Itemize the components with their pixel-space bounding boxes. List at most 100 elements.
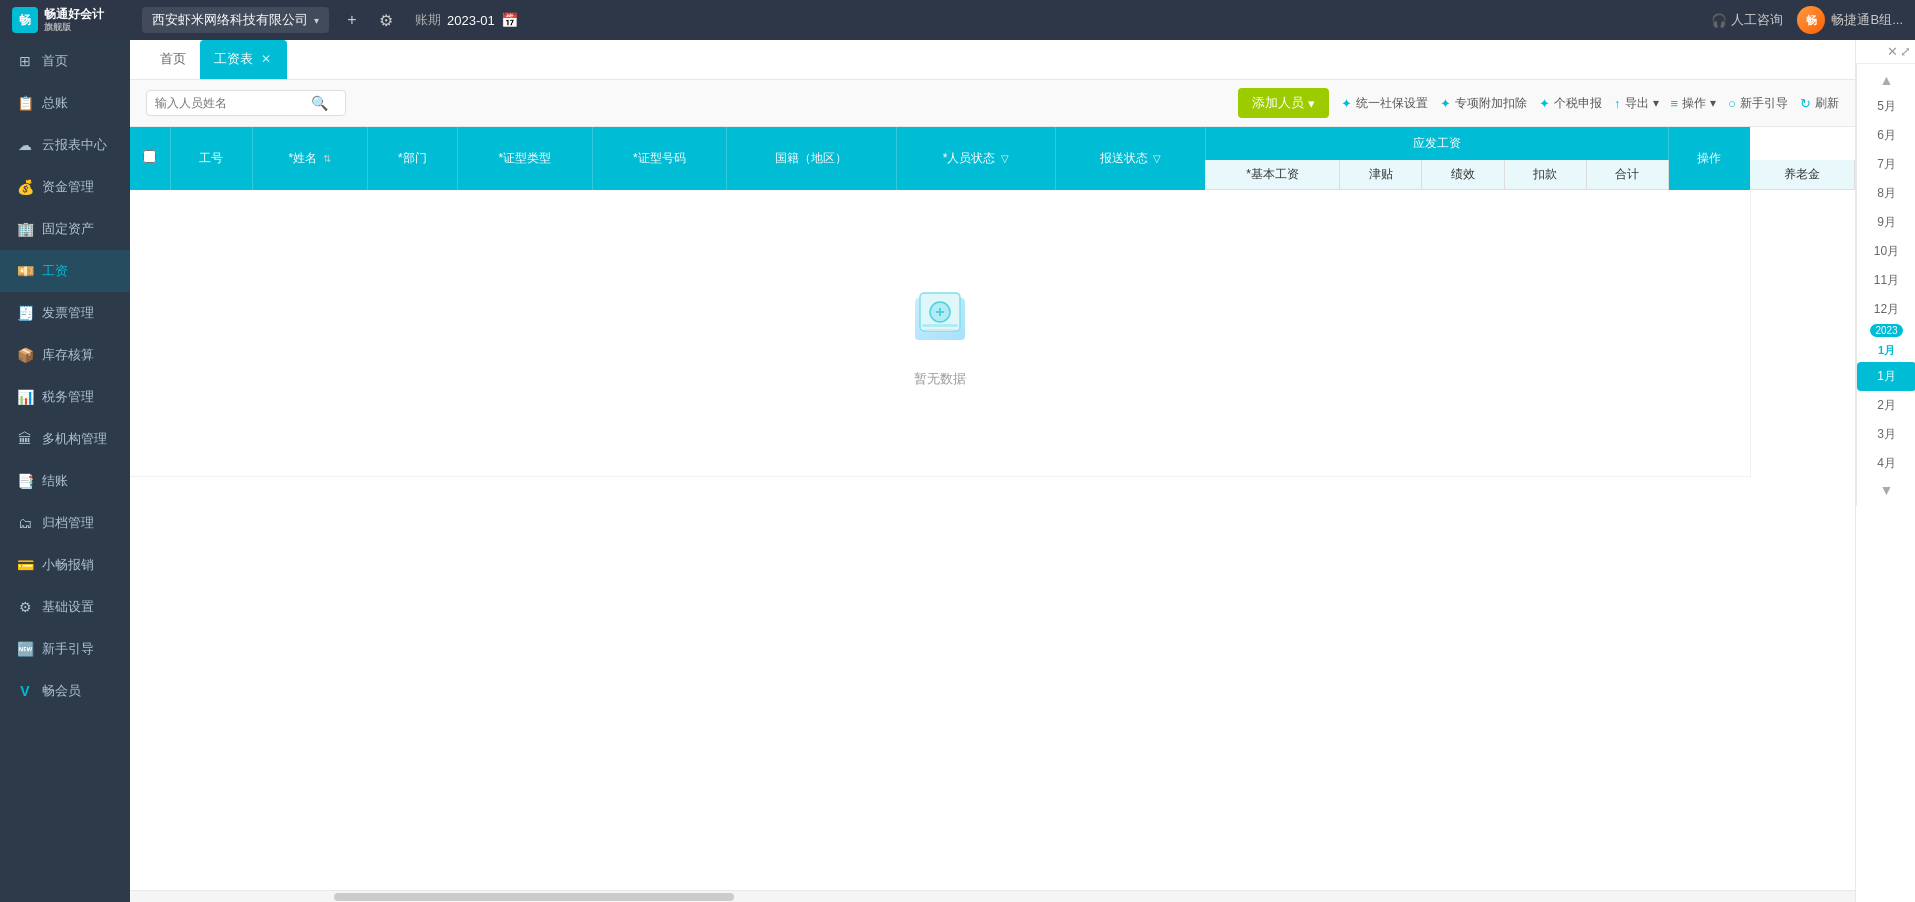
toolbar-right: 添加人员 ▾ ✦ 统一社保设置 ✦ 专项附加扣除 ✦ 个税申报 ↑ 导出 [1238,88,1839,118]
month-item-4[interactable]: 4月 [1857,449,1915,478]
logo-area: 畅 畅通好会计 旗舰版 [12,7,142,33]
add-person-button[interactable]: 添加人员 ▾ [1238,88,1329,118]
social-security-action[interactable]: ✦ 统一社保设置 [1341,95,1428,112]
settings-sidebar-icon: ⚙ [16,599,34,615]
sidebar-item-invoice[interactable]: 🧾 发票管理 [0,292,130,334]
ledger-icon: 📋 [16,95,34,111]
th-operation: 操作 [1668,127,1750,190]
th-deduction: 扣款 [1504,160,1586,190]
salary-table: 工号 *姓名 ⇅ *部门 *证型类型 *证型号码 国籍（地区） *人员状态 ▽ [130,127,1855,477]
social-security-icon: ✦ [1341,96,1352,111]
tab-home-label: 首页 [160,50,186,68]
search-icon: 🔍 [311,95,328,111]
report-status-filter-icon[interactable]: ▽ [1153,153,1161,164]
month-item-6[interactable]: 6月 [1857,121,1915,150]
sidebar-item-ledger[interactable]: 📋 总账 [0,82,130,124]
month-item-3[interactable]: 3月 [1857,420,1915,449]
month-item-11[interactable]: 11月 [1857,266,1915,295]
sidebar-label-ledger: 总账 [42,94,68,112]
export-label: 导出 [1625,95,1649,112]
svg-rect-6 [926,329,954,331]
operations-dropdown-icon: ▾ [1710,96,1716,110]
user-button[interactable]: 畅 畅捷通B组... [1797,6,1903,34]
special-deduction-action[interactable]: ✦ 专项附加扣除 [1440,95,1527,112]
sidebar-item-expense[interactable]: 💳 小畅报销 [0,544,130,586]
cloud-icon: ☁ [16,137,34,153]
sidebar-label-home: 首页 [42,52,68,70]
sidebar-item-home[interactable]: ⊞ 首页 [0,40,130,82]
sidebar-item-guide[interactable]: 🆕 新手引导 [0,628,130,670]
panel-close-icon[interactable]: ✕ [1887,44,1898,59]
month-item-12[interactable]: 12月 [1857,295,1915,324]
month-item-1[interactable]: 1月 [1857,362,1915,391]
sidebar-label-archive: 归档管理 [42,514,94,532]
add-button[interactable]: + [339,7,365,33]
scroll-bar-area [130,890,1855,902]
sidebar-item-archive[interactable]: 🗂 归档管理 [0,502,130,544]
sidebar-item-salary[interactable]: 💴 工资 [0,250,130,292]
tab-home[interactable]: 首页 [146,40,200,79]
sidebar-item-settings[interactable]: ⚙ 基础设置 [0,586,130,628]
sidebar-item-tax[interactable]: 📊 税务管理 [0,376,130,418]
year-down-button[interactable]: ▼ [1857,478,1915,502]
new-guide-action[interactable]: ○ 新手引导 [1728,95,1788,112]
avatar: 畅 [1797,6,1825,34]
special-deduction-icon: ✦ [1440,96,1451,111]
service-label: 人工咨询 [1731,11,1783,29]
th-checkbox[interactable] [130,127,170,190]
main-layout: ⊞ 首页 📋 总账 ☁ 云报表中心 💰 资金管理 🏢 固定资产 💴 工资 🧾 发… [0,40,1915,902]
month-item-9[interactable]: 9月 [1857,208,1915,237]
sidebar-item-member[interactable]: V 畅会员 [0,670,130,712]
export-action[interactable]: ↑ 导出 ▾ [1614,95,1659,112]
month-item-8[interactable]: 8月 [1857,179,1915,208]
empty-cell: 暂无数据 [130,190,1750,477]
panel-expand-icon[interactable]: ⤢ [1900,44,1911,59]
sidebar-item-fund[interactable]: 💰 资金管理 [0,166,130,208]
sidebar-item-inventory[interactable]: 📦 库存核算 [0,334,130,376]
month-item-7[interactable]: 7月 [1857,150,1915,179]
select-all-checkbox[interactable] [143,150,156,163]
status-filter-icon[interactable]: ▽ [1001,153,1009,164]
th-status[interactable]: *人员状态 ▽ [896,127,1055,190]
tax-icon: 📊 [16,389,34,405]
th-id-type: *证型类型 [458,127,592,190]
th-report-status[interactable]: 报送状态 ▽ [1055,127,1205,190]
month-item-10[interactable]: 10月 [1857,237,1915,266]
tab-salary-table[interactable]: 工资表 ✕ [200,40,287,79]
new-guide-label: 新手引导 [1740,95,1788,112]
logo-sub: 旗舰版 [44,22,104,33]
month-item-5[interactable]: 5月 [1857,92,1915,121]
add-person-dropdown-icon: ▾ [1308,96,1315,111]
name-sort-icon[interactable]: ⇅ [323,153,331,164]
tax-report-action[interactable]: ✦ 个税申报 [1539,95,1602,112]
sidebar-item-close[interactable]: 📑 结账 [0,460,130,502]
th-name[interactable]: *姓名 ⇅ [252,127,367,190]
operations-action[interactable]: ≡ 操作 ▾ [1671,95,1717,112]
tax-report-icon: ✦ [1539,96,1550,111]
sidebar-label-close: 结账 [42,472,68,490]
scroll-thumb[interactable] [334,893,734,901]
sidebar-item-cloud-report[interactable]: ☁ 云报表中心 [0,124,130,166]
company-dropdown-icon: ▾ [314,15,319,26]
inventory-icon: 📦 [16,347,34,363]
year-up-button[interactable]: ▲ [1857,68,1915,92]
invoice-icon: 🧾 [16,305,34,321]
headset-icon: 🎧 [1711,13,1727,28]
sidebar-item-fixed-asset[interactable]: 🏢 固定资产 [0,208,130,250]
th-name-label: *姓名 [289,151,318,165]
refresh-label: 刷新 [1815,95,1839,112]
tab-salary-close[interactable]: ✕ [259,52,273,66]
month-item-2[interactable]: 2月 [1857,391,1915,420]
toolbar: 🔍 添加人员 ▾ ✦ 统一社保设置 ✦ 专项附加扣除 ✦ 个税申报 [130,80,1855,127]
service-button[interactable]: 🎧 人工咨询 [1711,11,1783,29]
sidebar-item-multi-org[interactable]: 🏛 多机构管理 [0,418,130,460]
settings-button[interactable]: ⚙ [373,7,399,33]
search-input[interactable] [155,96,305,110]
refresh-action[interactable]: ↻ 刷新 [1800,95,1839,112]
company-selector[interactable]: 西安虾米网络科技有限公司 ▾ [142,7,329,33]
th-nationality: 国籍（地区） [727,127,897,190]
right-panel: ✕ ⤢ ▲ 5月 6月 7月 8月 9月 10月 11月 12月 2023 1月… [1855,40,1915,902]
period-calendar-icon[interactable]: 📅 [501,12,518,28]
tab-bar: 首页 工资表 ✕ [130,40,1855,80]
fund-icon: 💰 [16,179,34,195]
